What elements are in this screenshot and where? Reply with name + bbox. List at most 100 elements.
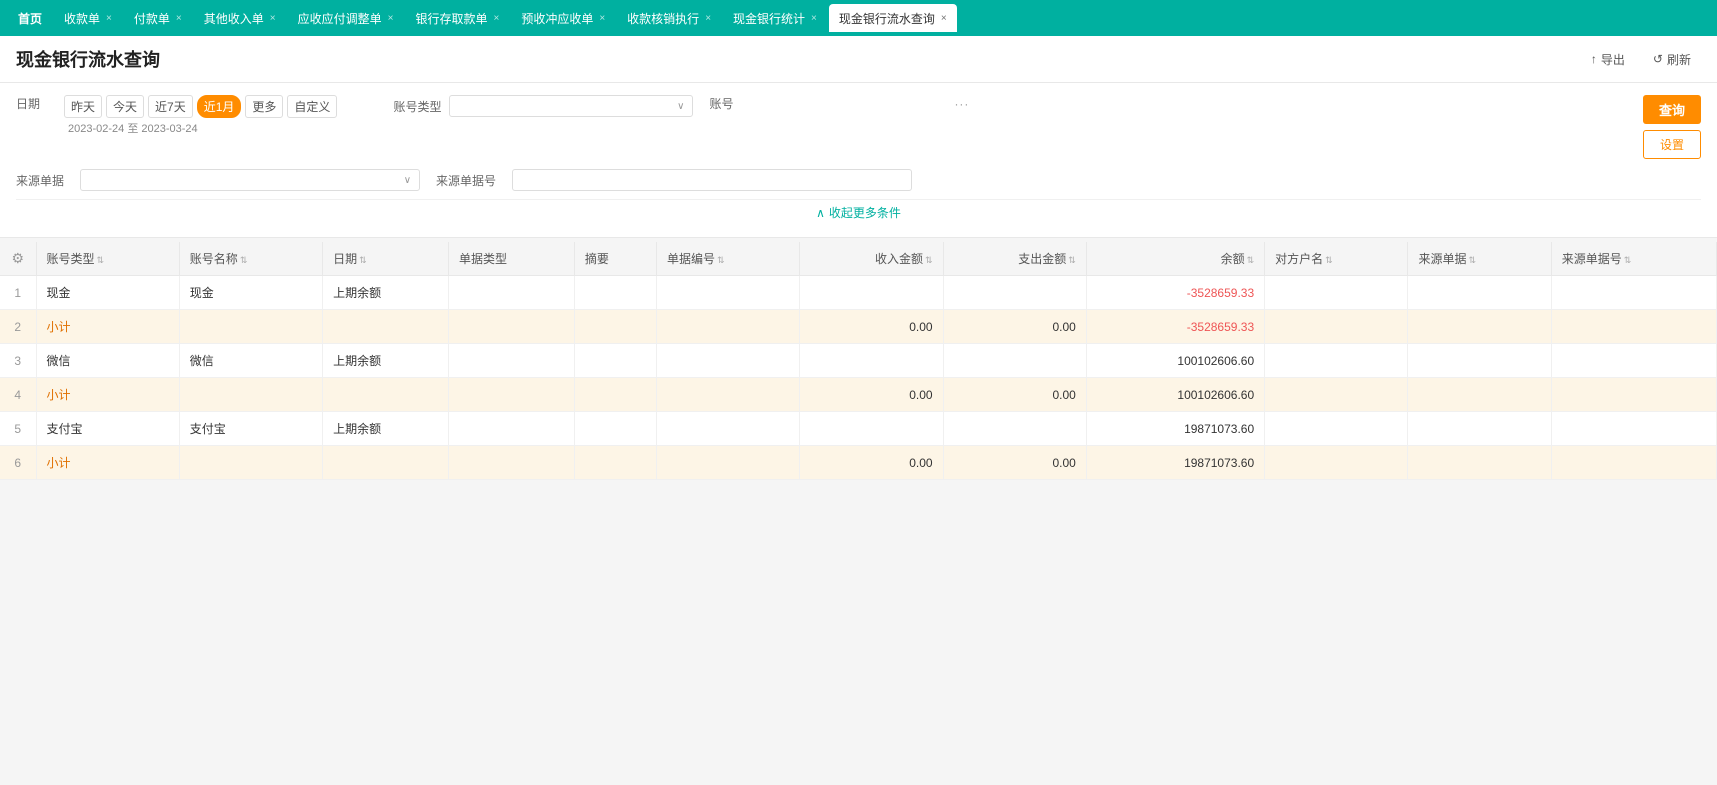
cell-doc-type bbox=[448, 446, 574, 480]
table-row: 3 微信 微信 上期余额 100102606.60 bbox=[0, 344, 1717, 378]
cell-expense bbox=[943, 276, 1086, 310]
cell-account-type: 支付宝 bbox=[36, 412, 179, 446]
cell-account-type: 小计 bbox=[36, 446, 179, 480]
close-icon[interactable]: × bbox=[493, 13, 499, 24]
cell-source-doc bbox=[1408, 446, 1551, 480]
close-icon[interactable]: × bbox=[176, 13, 182, 24]
cell-summary bbox=[574, 344, 656, 378]
dots-icon[interactable]: ··· bbox=[954, 97, 969, 111]
source-doc-select[interactable]: ∨ bbox=[80, 169, 420, 191]
gear-icon: ⚙ bbox=[11, 250, 24, 266]
cell-doc-no bbox=[656, 446, 799, 480]
cell-account-type: 小计 bbox=[36, 378, 179, 412]
collapse-bar[interactable]: ∧ 收起更多条件 bbox=[16, 199, 1701, 225]
close-icon[interactable]: × bbox=[811, 13, 817, 24]
cell-source-doc bbox=[1408, 276, 1551, 310]
col-source-doc-no[interactable]: 来源单据号⇅ bbox=[1551, 242, 1716, 276]
col-doc-no[interactable]: 单据编号⇅ bbox=[656, 242, 799, 276]
cell-account-name: 支付宝 bbox=[179, 412, 322, 446]
cell-income bbox=[800, 276, 943, 310]
cell-summary bbox=[574, 276, 656, 310]
col-account-name[interactable]: 账号名称⇅ bbox=[179, 242, 322, 276]
nav-tab-yushouchong[interactable]: 预收冲应收单 × bbox=[511, 4, 615, 32]
close-icon[interactable]: × bbox=[705, 13, 711, 24]
close-icon[interactable]: × bbox=[941, 13, 947, 24]
table-row: 1 现金 现金 上期余额 -3528659.33 bbox=[0, 276, 1717, 310]
nav-tab-liushuichaxun[interactable]: 现金银行流水查询 × bbox=[829, 4, 957, 32]
header-actions: ↑ 导出 ↺ 刷新 bbox=[1581, 47, 1701, 72]
cell-date: 上期余额 bbox=[323, 412, 449, 446]
table-row: 5 支付宝 支付宝 上期余额 19871073.60 bbox=[0, 412, 1717, 446]
table-wrap: ⚙ 账号类型⇅ 账号名称⇅ 日期⇅ 单据类型 摘要 单据编号⇅ bbox=[0, 242, 1717, 480]
cell-balance: -3528659.33 bbox=[1086, 310, 1264, 344]
cell-source-doc-no bbox=[1551, 378, 1716, 412]
col-summary[interactable]: 摘要 bbox=[574, 242, 656, 276]
cell-source-doc bbox=[1408, 412, 1551, 446]
source-doc-no-input-wrap[interactable] bbox=[512, 169, 912, 191]
cell-date bbox=[323, 378, 449, 412]
col-doc-type[interactable]: 单据类型 bbox=[448, 242, 574, 276]
date-7days-btn[interactable]: 近7天 bbox=[148, 95, 193, 118]
cell-summary bbox=[574, 412, 656, 446]
cell-summary bbox=[574, 378, 656, 412]
col-balance[interactable]: 余额⇅ bbox=[1086, 242, 1264, 276]
source-doc-input[interactable] bbox=[89, 173, 404, 187]
date-yesterday-btn[interactable]: 昨天 bbox=[64, 95, 102, 118]
sort-icon: ⇅ bbox=[97, 255, 105, 265]
cell-balance: 19871073.60 bbox=[1086, 412, 1264, 446]
col-expense[interactable]: 支出金额⇅ bbox=[943, 242, 1086, 276]
col-account-type[interactable]: 账号类型⇅ bbox=[36, 242, 179, 276]
close-icon[interactable]: × bbox=[388, 13, 394, 24]
account-type-select[interactable]: ∨ bbox=[449, 95, 693, 117]
date-today-btn[interactable]: 今天 bbox=[106, 95, 144, 118]
col-counterpart[interactable]: 对方户名⇅ bbox=[1265, 242, 1408, 276]
source-doc-label: 来源单据 bbox=[16, 172, 64, 189]
nav-tab-qitashouru[interactable]: 其他收入单 × bbox=[194, 4, 286, 32]
settings-button[interactable]: 设置 bbox=[1643, 130, 1701, 159]
col-date[interactable]: 日期⇅ bbox=[323, 242, 449, 276]
date-custom-btn[interactable]: 自定义 bbox=[287, 95, 337, 118]
cell-date bbox=[323, 446, 449, 480]
cell-doc-no bbox=[656, 276, 799, 310]
query-button[interactable]: 查询 bbox=[1643, 95, 1701, 124]
date-range-display: 2023-02-24 至 2023-03-24 bbox=[68, 120, 337, 136]
source-doc-no-input[interactable] bbox=[521, 173, 903, 187]
account-type-input[interactable] bbox=[458, 99, 677, 113]
cell-doc-no bbox=[656, 344, 799, 378]
nav-tab-shoukuandan[interactable]: 收款单 × bbox=[54, 4, 122, 32]
refresh-button[interactable]: ↺ 刷新 bbox=[1643, 47, 1701, 72]
col-income[interactable]: 收入金额⇅ bbox=[800, 242, 943, 276]
account-label: 账号 bbox=[709, 95, 749, 112]
nav-tab-xianjinyinhang[interactable]: 现金银行统计 × bbox=[723, 4, 827, 32]
nav-tab-fukuandan[interactable]: 付款单 × bbox=[124, 4, 192, 32]
export-button[interactable]: ↑ 导出 bbox=[1581, 47, 1635, 72]
nav-tab-yinhangcunqu[interactable]: 银行存取款单 × bbox=[405, 4, 509, 32]
cell-counterpart bbox=[1265, 276, 1408, 310]
cell-expense: 0.00 bbox=[943, 310, 1086, 344]
close-icon[interactable]: × bbox=[106, 13, 112, 24]
collapse-icon: ∧ bbox=[816, 206, 825, 220]
nav-home[interactable]: 首页 bbox=[8, 4, 52, 32]
col-settings[interactable]: ⚙ bbox=[0, 242, 36, 276]
cell-account-name bbox=[179, 310, 322, 344]
date-more-btn[interactable]: 更多 bbox=[245, 95, 283, 118]
col-source-doc[interactable]: 来源单据⇅ bbox=[1408, 242, 1551, 276]
cell-counterpart bbox=[1265, 310, 1408, 344]
sort-icon: ⇅ bbox=[1468, 255, 1476, 265]
date-options: 昨天 今天 近7天 近1月 更多 自定义 bbox=[64, 95, 337, 118]
cell-summary bbox=[574, 310, 656, 344]
nav-tab-shoukuanhexiao[interactable]: 收款核销执行 × bbox=[617, 4, 721, 32]
cell-source-doc-no bbox=[1551, 412, 1716, 446]
nav-tab-yingshouyingfu[interactable]: 应收应付调整单 × bbox=[288, 4, 404, 32]
date-1month-btn[interactable]: 近1月 bbox=[197, 95, 242, 118]
cell-source-doc bbox=[1408, 344, 1551, 378]
close-icon[interactable]: × bbox=[270, 13, 276, 24]
sort-icon: ⇅ bbox=[1068, 255, 1076, 265]
cell-doc-type bbox=[448, 310, 574, 344]
close-icon[interactable]: × bbox=[599, 13, 605, 24]
sort-icon: ⇅ bbox=[240, 255, 248, 265]
sort-icon: ⇅ bbox=[1247, 255, 1255, 265]
row-num: 2 bbox=[0, 310, 36, 344]
page-title: 现金银行流水查询 bbox=[16, 46, 160, 72]
cell-income: 0.00 bbox=[800, 310, 943, 344]
